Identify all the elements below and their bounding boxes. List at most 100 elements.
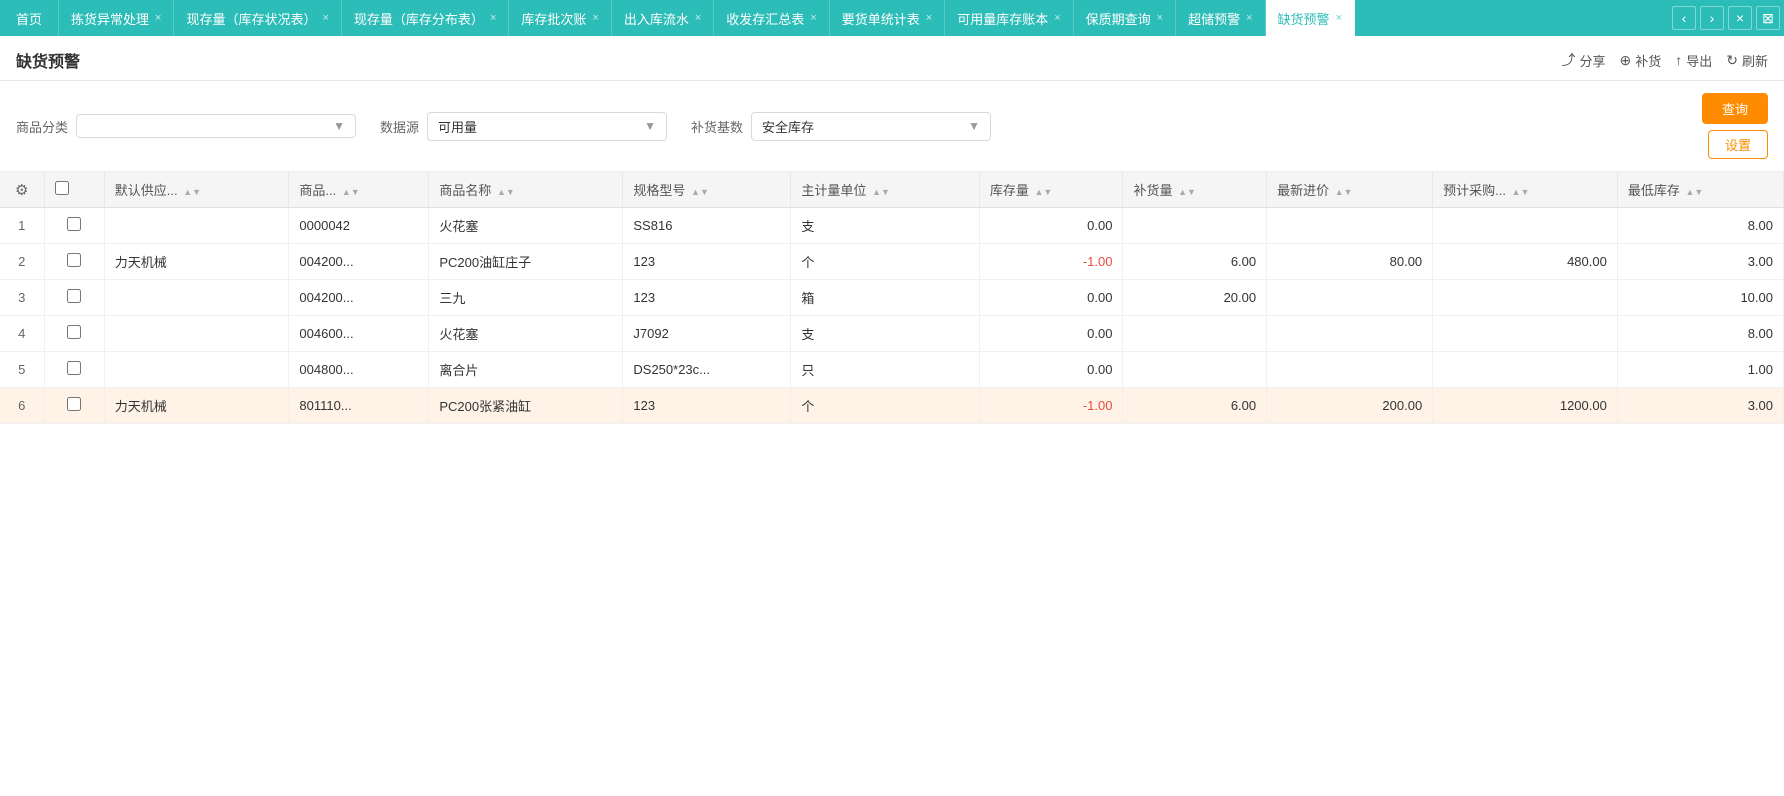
tab-close-overstock[interactable]: × [1246, 12, 1252, 24]
tab-close-batch[interactable]: × [592, 12, 598, 24]
name-sort-icon[interactable]: ▲▼ [497, 187, 515, 197]
tab-close-shortage[interactable]: × [1336, 12, 1342, 24]
share-button[interactable]: ⤴ 分享 [1561, 50, 1605, 70]
tab-close-stock-status[interactable]: × [322, 12, 328, 24]
row-checkbox[interactable] [44, 280, 104, 316]
table-row: 6 力天机械 801110... PC200张紧油缸 123 个 -1.00 6… [0, 388, 1784, 424]
tab-close-picking[interactable]: × [155, 12, 161, 24]
row-seq: 6 [0, 388, 44, 424]
col-spec: 规格型号 ▲▼ [623, 172, 791, 208]
tab-close-summary[interactable]: × [810, 12, 816, 24]
row-checkbox[interactable] [44, 388, 104, 424]
tab-summary[interactable]: 收发存汇总表 × [714, 0, 829, 36]
row-price [1267, 280, 1433, 316]
tab-close-flow[interactable]: × [695, 12, 701, 24]
tab-close-all-button[interactable]: ⊠ [1756, 6, 1780, 30]
row-name: PC200张紧油缸 [429, 388, 623, 424]
category-select[interactable]: ▼ [76, 114, 356, 138]
replenish-label: 补货基数 [691, 117, 743, 136]
row-stock: 0.00 [979, 316, 1123, 352]
row-select-checkbox[interactable] [67, 217, 81, 231]
row-stock: -1.00 [979, 388, 1123, 424]
tab-picking[interactable]: 拣货异常处理 × [59, 0, 174, 36]
row-name: 三九 [429, 280, 623, 316]
row-price [1267, 352, 1433, 388]
select-all-checkbox[interactable] [55, 181, 69, 195]
replenish-button[interactable]: ⊕ 补货 [1619, 51, 1661, 70]
stock-sort-icon[interactable]: ▲▼ [1034, 187, 1052, 197]
row-estimated: 1200.00 [1433, 388, 1618, 424]
unit-sort-icon[interactable]: ▲▼ [872, 187, 890, 197]
row-checkbox[interactable] [44, 244, 104, 280]
tab-close-expiry[interactable]: × [1157, 12, 1163, 24]
price-sort-icon[interactable]: ▲▼ [1335, 187, 1353, 197]
row-select-checkbox[interactable] [67, 325, 81, 339]
spec-sort-icon[interactable]: ▲▼ [691, 187, 709, 197]
row-unit: 支 [791, 208, 979, 244]
tab-close-requisition[interactable]: × [926, 12, 932, 24]
row-checkbox[interactable] [44, 352, 104, 388]
tab-available[interactable]: 可用量库存账本 × [945, 0, 1073, 36]
datasource-label: 数据源 [380, 117, 419, 136]
row-supplier [104, 280, 289, 316]
table-container: ⚙ 默认供应... ▲▼ 商品... ▲▼ 商品名称 [0, 172, 1784, 424]
replenish-icon: ⊕ [1619, 52, 1631, 69]
replenish-sort-icon[interactable]: ▲▼ [1178, 187, 1196, 197]
tab-close-stock-dist[interactable]: × [490, 12, 496, 24]
row-min-stock: 3.00 [1617, 244, 1783, 280]
row-spec: SS816 [623, 208, 791, 244]
tab-shortage[interactable]: 缺货预警 × [1266, 0, 1355, 36]
table-row: 5 004800... 离合片 DS250*23c... 只 0.00 1.00 [0, 352, 1784, 388]
refresh-icon: ↻ [1726, 52, 1738, 69]
row-code: 0000042 [289, 208, 429, 244]
tab-home[interactable]: 首页 [0, 0, 59, 36]
row-checkbox[interactable] [44, 316, 104, 352]
row-select-checkbox[interactable] [67, 361, 81, 375]
row-select-checkbox[interactable] [67, 289, 81, 303]
gear-icon[interactable]: ⚙ [15, 181, 28, 199]
row-replenish [1123, 316, 1267, 352]
row-stock: 0.00 [979, 208, 1123, 244]
row-min-stock: 8.00 [1617, 316, 1783, 352]
row-unit: 个 [791, 388, 979, 424]
query-button[interactable]: 查询 [1702, 93, 1768, 124]
supplier-sort-icon[interactable]: ▲▼ [183, 187, 201, 197]
setting-button[interactable]: 设置 [1708, 130, 1768, 159]
row-replenish [1123, 352, 1267, 388]
tab-close-current-button[interactable]: × [1728, 6, 1752, 30]
row-replenish: 6.00 [1123, 388, 1267, 424]
row-code: 801110... [289, 388, 429, 424]
tab-flow[interactable]: 出入库流水 × [612, 0, 714, 36]
export-button[interactable]: ↑ 导出 [1675, 51, 1712, 70]
row-stock: 0.00 [979, 280, 1123, 316]
row-select-checkbox[interactable] [67, 253, 81, 267]
tab-next-button[interactable]: › [1700, 6, 1724, 30]
tab-requisition[interactable]: 要货单统计表 × [830, 0, 945, 36]
tab-close-available[interactable]: × [1054, 12, 1060, 24]
row-code: 004800... [289, 352, 429, 388]
refresh-button[interactable]: ↻ 刷新 [1726, 51, 1768, 70]
datasource-arrow-icon: ▼ [644, 119, 656, 133]
tab-overstock[interactable]: 超储预警 × [1176, 0, 1265, 36]
min-stock-sort-icon[interactable]: ▲▼ [1685, 187, 1703, 197]
tab-nav-buttons: ‹ › × ⊠ [1668, 6, 1784, 30]
tab-expiry[interactable]: 保质期查询 × [1074, 0, 1176, 36]
row-spec: 123 [623, 388, 791, 424]
replenish-select[interactable]: 安全库存 ▼ [751, 112, 991, 141]
row-spec: J7092 [623, 316, 791, 352]
code-sort-icon[interactable]: ▲▼ [342, 187, 360, 197]
tab-batch[interactable]: 库存批次账 × [509, 0, 611, 36]
tab-stock-status[interactable]: 现存量（库存状况表） × [174, 0, 341, 36]
row-supplier: 力天机械 [104, 388, 289, 424]
row-supplier [104, 208, 289, 244]
row-checkbox[interactable] [44, 208, 104, 244]
datasource-select[interactable]: 可用量 ▼ [427, 112, 667, 141]
row-select-checkbox[interactable] [67, 397, 81, 411]
row-spec: DS250*23c... [623, 352, 791, 388]
tab-stock-dist[interactable]: 现存量（库存分布表） × [342, 0, 509, 36]
row-replenish [1123, 208, 1267, 244]
row-spec: 123 [623, 244, 791, 280]
row-supplier [104, 352, 289, 388]
tab-prev-button[interactable]: ‹ [1672, 6, 1696, 30]
estimated-sort-icon[interactable]: ▲▼ [1512, 187, 1530, 197]
